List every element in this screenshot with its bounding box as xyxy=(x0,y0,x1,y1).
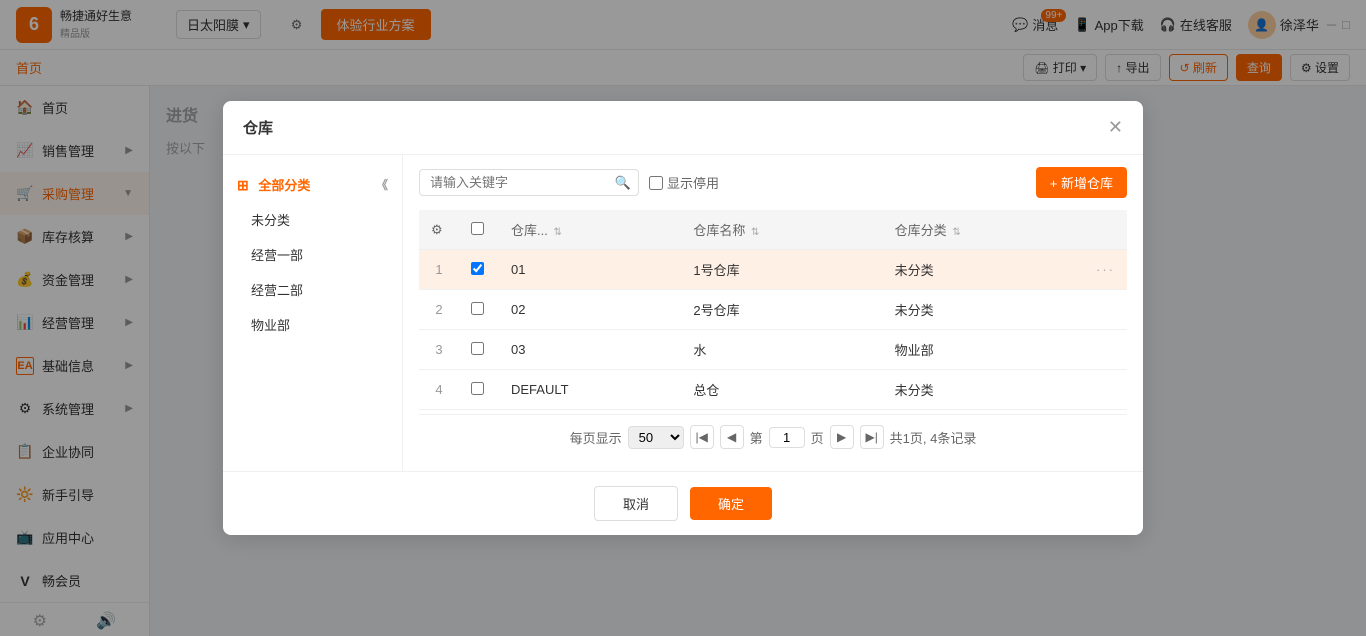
search-input[interactable] xyxy=(419,169,639,196)
col-code-label: 仓库... xyxy=(511,223,548,238)
row-category: 未分类 xyxy=(883,250,1084,290)
table-row[interactable]: 4 DEFAULT 总仓 未分类 xyxy=(419,370,1127,410)
page-label: 第 xyxy=(750,428,763,447)
modal-footer: 取消 确定 xyxy=(223,471,1143,535)
first-page-btn[interactable]: |◀ xyxy=(690,425,714,449)
table-row[interactable]: 1 01 1号仓库 未分类 ··· xyxy=(419,250,1127,290)
warehouse-modal: 仓库 ✕ ⊞ 全部分类 《 未分类 经营一部 经营二部 物业部 xyxy=(223,101,1143,535)
category-ops2[interactable]: 经营二部 xyxy=(223,272,402,307)
modal-close-button[interactable]: ✕ xyxy=(1108,117,1123,138)
col-category: 仓库分类 ⇅ xyxy=(883,210,1084,250)
category-header: ⊞ 全部分类 《 xyxy=(223,167,402,202)
row-actions: ··· xyxy=(1084,250,1127,290)
row-checkbox[interactable] xyxy=(459,370,499,410)
show-disabled-checkbox[interactable] xyxy=(649,176,663,190)
col-name-label: 仓库名称 xyxy=(693,223,745,238)
last-page-btn[interactable]: ▶| xyxy=(860,425,884,449)
search-icon[interactable]: 🔍 xyxy=(615,175,631,191)
row-checkbox[interactable] xyxy=(459,250,499,290)
modal-title: 仓库 xyxy=(243,117,273,138)
page-unit: 页 xyxy=(811,428,824,447)
table-row[interactable]: 3 03 水 物业部 xyxy=(419,330,1127,370)
per-page-select[interactable]: 50 100 xyxy=(628,426,684,449)
row-code: 01 xyxy=(499,250,681,290)
modal-left-panel: ⊞ 全部分类 《 未分类 经营一部 经营二部 物业部 xyxy=(223,155,403,471)
category-unclassified[interactable]: 未分类 xyxy=(223,202,402,237)
row-more-btn[interactable]: ··· xyxy=(1096,262,1115,277)
row-actions xyxy=(1084,290,1127,330)
row-checkbox[interactable] xyxy=(459,290,499,330)
row-checkbox[interactable] xyxy=(459,330,499,370)
col-name: 仓库名称 ⇅ xyxy=(681,210,882,250)
row-num: 4 xyxy=(419,370,459,410)
row-name: 1号仓库 xyxy=(681,250,882,290)
row-num: 1 xyxy=(419,250,459,290)
prev-page-btn[interactable]: ◀ xyxy=(720,425,744,449)
modal-overlay: 仓库 ✕ ⊞ 全部分类 《 未分类 经营一部 经营二部 物业部 xyxy=(0,0,1366,636)
row-actions xyxy=(1084,370,1127,410)
show-disabled-text: 显示停用 xyxy=(667,173,719,192)
modal-right-panel: 🔍 显示停用 + 新增仓库 ⚙ xyxy=(403,155,1143,471)
row-actions xyxy=(1084,330,1127,370)
row-name: 2号仓库 xyxy=(681,290,882,330)
col-actions xyxy=(1084,210,1127,250)
col-gear: ⚙ xyxy=(419,210,459,250)
row-name: 总仓 xyxy=(681,370,882,410)
category-property[interactable]: 物业部 xyxy=(223,307,402,342)
row-category: 物业部 xyxy=(883,330,1084,370)
next-page-btn[interactable]: ▶ xyxy=(830,425,854,449)
row-name: 水 xyxy=(681,330,882,370)
select-all-checkbox[interactable] xyxy=(471,222,484,235)
category-ops1[interactable]: 经营一部 xyxy=(223,237,402,272)
page-total: 共1页, 4条记录 xyxy=(890,428,977,447)
per-page-label: 每页显示 xyxy=(570,428,622,447)
grid-icon: ⊞ xyxy=(237,177,249,194)
warehouse-table: ⚙ 仓库... ⇅ 仓库名称 xyxy=(419,210,1127,410)
show-disabled-toggle[interactable]: 显示停用 xyxy=(649,173,719,192)
all-categories-label[interactable]: 全部分类 xyxy=(258,178,310,193)
sort-icon3: ⇅ xyxy=(952,227,960,238)
col-checkbox xyxy=(459,210,499,250)
modal-body: ⊞ 全部分类 《 未分类 经营一部 经营二部 物业部 🔍 xyxy=(223,155,1143,471)
search-wrap: 🔍 xyxy=(419,169,639,196)
row-category: 未分类 xyxy=(883,370,1084,410)
modal-header: 仓库 ✕ xyxy=(223,101,1143,155)
gear-icon[interactable]: ⚙ xyxy=(431,222,443,237)
row-num: 2 xyxy=(419,290,459,330)
col-category-label: 仓库分类 xyxy=(895,223,947,238)
new-warehouse-button[interactable]: + 新增仓库 xyxy=(1036,167,1127,198)
pagination: 每页显示 50 100 |◀ ◀ 第 页 ▶ ▶| 共1页, 4条记录 xyxy=(419,414,1127,459)
confirm-button[interactable]: 确定 xyxy=(690,487,772,520)
table-header-row: ⚙ 仓库... ⇅ 仓库名称 xyxy=(419,210,1127,250)
row-category: 未分类 xyxy=(883,290,1084,330)
cancel-button[interactable]: 取消 xyxy=(594,486,678,521)
sort-icon2: ⇅ xyxy=(751,227,759,238)
page-input[interactable] xyxy=(769,427,805,448)
modal-toolbar: 🔍 显示停用 + 新增仓库 xyxy=(419,167,1127,198)
row-code: DEFAULT xyxy=(499,370,681,410)
row-code: 03 xyxy=(499,330,681,370)
collapse-icon[interactable]: 《 xyxy=(376,176,388,193)
sort-icon: ⇅ xyxy=(553,227,561,238)
row-num: 3 xyxy=(419,330,459,370)
row-code: 02 xyxy=(499,290,681,330)
table-row[interactable]: 2 02 2号仓库 未分类 xyxy=(419,290,1127,330)
col-code: 仓库... ⇅ xyxy=(499,210,681,250)
